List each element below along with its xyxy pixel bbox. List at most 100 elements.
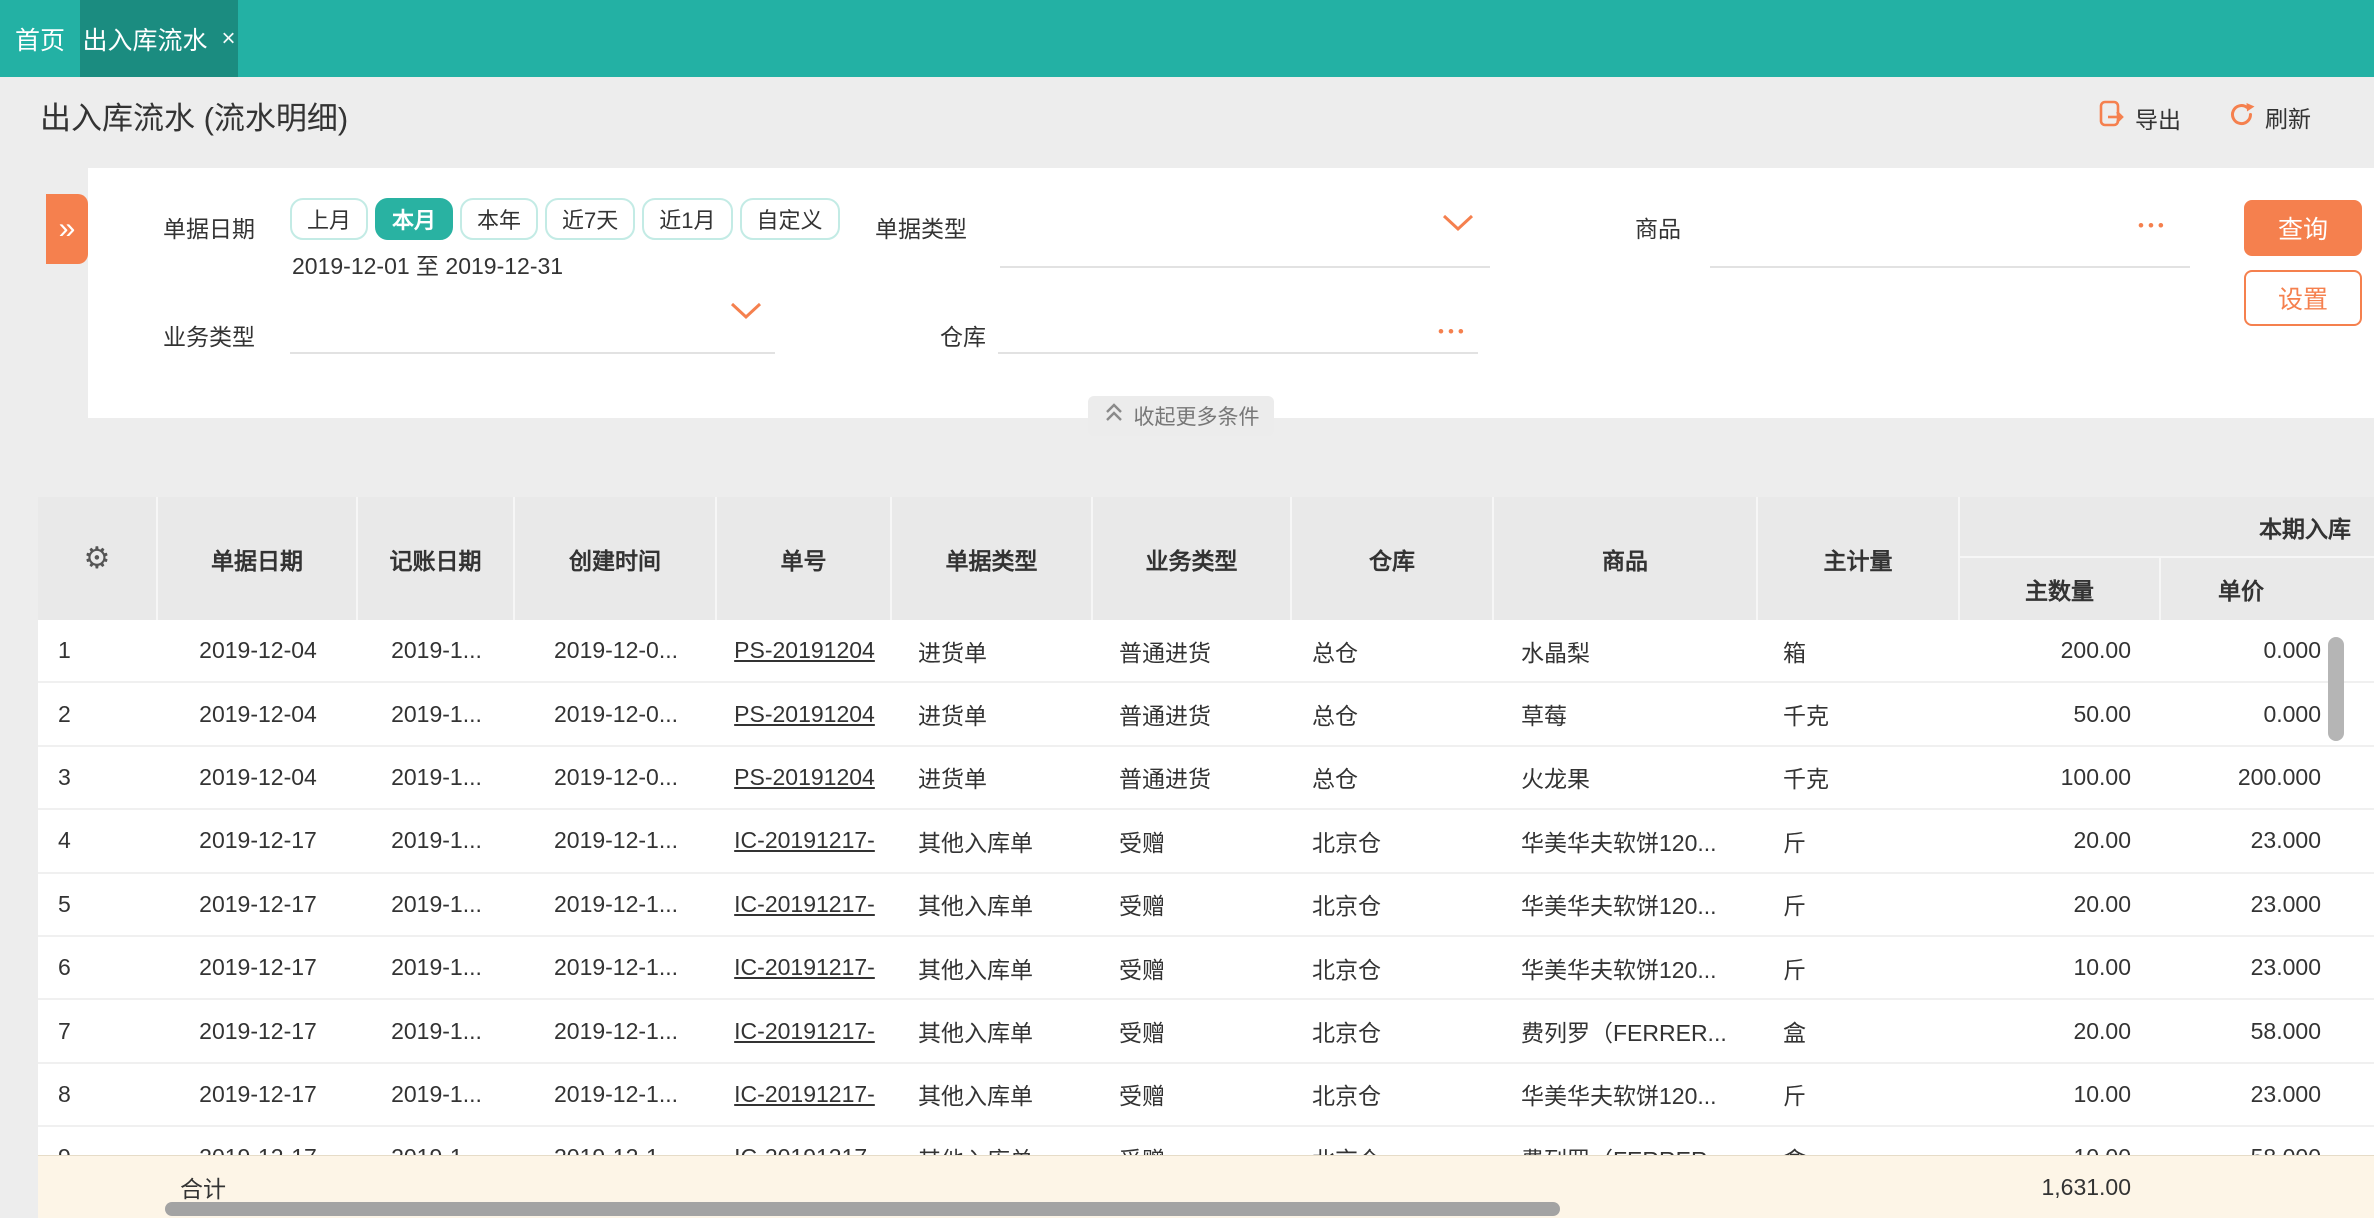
app-window: 首页 出入库流水 × 出入库流水 (流水明细) 导出 刷新 » 单据日期 上月 … [0,0,2374,1218]
export-icon [2098,100,2125,135]
cell-created-time: 2019-12-1... [553,890,679,917]
vertical-scrollbar-thumb[interactable] [2328,637,2344,741]
cell-main-qty: 10.00 [2073,1080,2131,1107]
cell-created-time: 2019-12-1... [553,827,679,854]
product-picker-ellipsis-icon[interactable]: ••• [2138,216,2168,236]
cell-doc-type: 进货单 [918,703,987,730]
cell-doc-no[interactable]: IC-20191217- [717,891,892,918]
preset-this-year[interactable]: 本年 [460,198,539,240]
cell-doc-date: 2019-12-04 [199,700,317,727]
col-doc-no: 单号 [717,497,892,620]
preset-last-month[interactable]: 上月 [290,198,369,240]
cell-warehouse: 北京仓 [1312,956,1381,983]
cell-account-date: 2019-1... [391,890,482,917]
biz-type-input[interactable] [290,352,775,354]
product-input[interactable] [1710,266,2190,268]
doc-no-link[interactable]: PS-20191204 [734,764,875,790]
preset-last-7-days[interactable]: 近7天 [545,198,636,240]
cell-main-qty: 10.00 [2073,954,2131,981]
cell-doc-date: 2019-12-04 [199,637,317,664]
preset-custom[interactable]: 自定义 [739,198,840,240]
col-doc-date: 单据日期 [158,497,358,620]
cell-warehouse: 北京仓 [1312,1020,1381,1047]
cell-doc-no[interactable]: PS-20191204 [717,637,892,664]
gear-icon[interactable]: ⚙ [84,541,111,576]
table-row: 6 2019-12-17 2019-1... 2019-12-1... IC-20191… [38,936,2374,1001]
doc-no-link[interactable]: IC-20191217- [734,827,875,853]
doc-type-input[interactable] [1000,266,1490,268]
cell-created-time: 2019-12-0... [553,700,679,727]
col-created-time: 创建时间 [515,497,717,620]
table-row: 7 2019-12-17 2019-1... 2019-12-1... IC-20191… [38,1000,2374,1064]
cell-biz-type: 受赠 [1119,893,1165,920]
top-tab-bar: 首页 出入库流水 × [0,0,2374,77]
doc-type-label: 单据类型 [875,216,967,242]
cell-warehouse: 北京仓 [1312,1083,1381,1110]
close-icon[interactable]: × [222,25,236,53]
cell-main-unit: 斤 [1783,956,1806,983]
doc-no-link[interactable]: IC-20191217- [734,891,875,917]
cell-biz-type: 普通进货 [1119,639,1211,666]
warehouse-input[interactable] [998,352,1478,354]
flow-table: ⚙ 单据日期 记账日期 创建时间 单号 单据类型 业务类型 仓库 商品 主计量 … [38,497,2374,1218]
warehouse-picker-ellipsis-icon[interactable]: ••• [1438,322,1468,342]
col-product: 商品 [1494,497,1758,620]
export-button[interactable]: 导出 [2098,100,2181,135]
cell-doc-no[interactable]: IC-20191217- [717,954,892,981]
doc-no-link[interactable]: PS-20191204 [734,701,875,727]
cell-biz-type: 受赠 [1119,1020,1165,1047]
doc-no-link[interactable]: IC-20191217- [734,1018,875,1044]
query-button[interactable]: 查询 [2244,200,2362,256]
tab-home[interactable]: 首页 [0,0,80,77]
cell-warehouse: 北京仓 [1312,829,1381,856]
preset-this-month[interactable]: 本月 [375,198,454,240]
cell-doc-no[interactable]: PS-20191204 [717,701,892,728]
table-body: 1 2019-12-04 2019-1... 2019-12-0... PS-20191… [38,620,2374,1191]
date-range-value[interactable]: 2019-12-01 至 2019-12-31 [292,247,563,281]
cell-doc-date: 2019-12-17 [199,1017,317,1044]
cell-doc-no[interactable]: IC-20191217- [717,1081,892,1108]
cell-main-qty: 20.00 [2073,890,2131,917]
horizontal-scrollbar-thumb[interactable] [165,1202,1560,1216]
row-number: 4 [58,827,71,854]
tab-inout-flow[interactable]: 出入库流水 × [80,0,238,77]
cell-doc-date: 2019-12-17 [199,954,317,981]
cell-unit-price: 23.000 [2250,827,2321,854]
cell-doc-no[interactable]: IC-20191217- [717,827,892,854]
settings-button[interactable]: 设置 [2244,270,2362,326]
column-settings-cell: ⚙ [38,497,158,620]
biz-type-label: 业务类型 [163,324,255,350]
cell-unit-price: 23.000 [2250,890,2321,917]
page-title: 出入库流水 (流水明细) [40,101,349,136]
cell-doc-type: 其他入库单 [918,1083,1033,1110]
cell-warehouse: 总仓 [1312,639,1358,666]
cell-doc-no[interactable]: PS-20191204 [717,764,892,791]
table-row: 5 2019-12-17 2019-1... 2019-12-1... IC-20191… [38,873,2374,937]
cell-main-unit: 盒 [1783,1020,1806,1047]
preset-last-1-month[interactable]: 近1月 [642,198,733,240]
chevron-down-icon[interactable] [728,300,764,322]
cell-doc-no[interactable]: IC-20191217- [717,1018,892,1045]
doc-no-link[interactable]: IC-20191217- [734,1081,875,1107]
table-row: 2 2019-12-04 2019-1... 2019-12-0... PS-20191… [38,683,2374,747]
row-number: 6 [58,954,71,981]
panel-expand-tab[interactable]: » [46,194,88,264]
refresh-button[interactable]: 刷新 [2228,100,2311,134]
cell-doc-type: 进货单 [918,766,987,793]
warehouse-label: 仓库 [940,324,986,350]
col-main-qty: 主数量 [1960,558,2161,620]
cell-created-time: 2019-12-0... [553,637,679,664]
cell-doc-type: 其他入库单 [918,893,1033,920]
collapse-conditions-toggle[interactable]: 收起更多条件 [1088,396,1274,436]
product-label: 商品 [1635,216,1681,242]
cell-account-date: 2019-1... [391,700,482,727]
doc-no-link[interactable]: IC-20191217- [734,954,875,980]
chevron-down-icon[interactable] [1440,212,1476,234]
doc-date-label: 单据日期 [163,216,255,242]
cell-main-unit: 斤 [1783,893,1806,920]
col-doc-type: 单据类型 [892,497,1093,620]
cell-product: 华美华夫软饼120... [1521,956,1717,983]
cell-biz-type: 受赠 [1119,829,1165,856]
cell-account-date: 2019-1... [391,637,482,664]
doc-no-link[interactable]: PS-20191204 [734,637,875,663]
